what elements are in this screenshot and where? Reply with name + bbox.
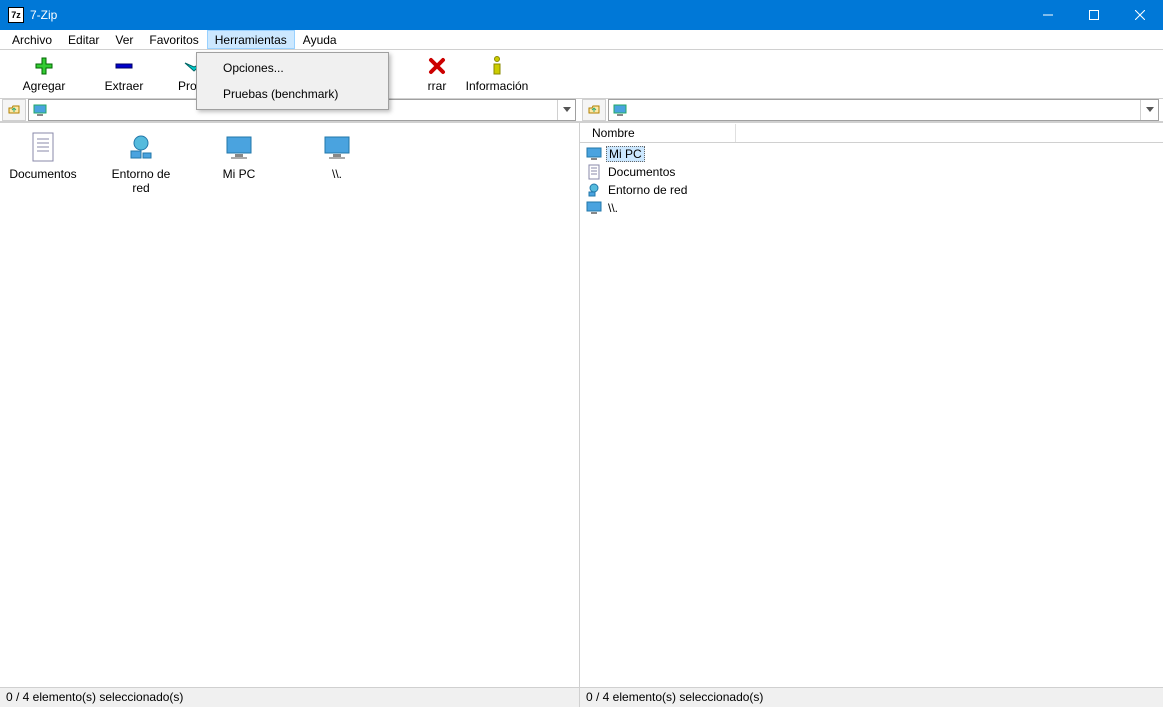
herramientas-dropdown: Opciones... Pruebas (benchmark) [196, 52, 389, 110]
column-nombre[interactable]: Nombre [586, 124, 736, 142]
list-row-documentos[interactable]: Documentos [584, 163, 1159, 181]
list-row-entorno-red[interactable]: Entorno de red [584, 181, 1159, 199]
menu-editar[interactable]: Editar [60, 30, 107, 49]
menubar: Archivo Editar Ver Favoritos Herramienta… [0, 30, 1163, 50]
item-label: \\. [332, 167, 342, 181]
dropdown-opciones[interactable]: Opciones... [199, 55, 386, 81]
document-icon [25, 131, 61, 163]
chevron-down-icon[interactable] [557, 100, 575, 120]
status-left: 0 / 4 elemento(s) seleccionado(s) [0, 688, 580, 707]
panes: Documentos Entorno de red Mi PC \\. [0, 122, 1163, 687]
x-icon [428, 55, 446, 77]
list-row-mi-pc[interactable]: Mi PC [584, 145, 1159, 163]
right-pane[interactable]: Nombre Mi PC Documentos Entorno de red [580, 123, 1163, 687]
list-body: Mi PC Documentos Entorno de red \\. [580, 143, 1163, 219]
icon-grid: Documentos Entorno de red Mi PC \\. [0, 123, 579, 203]
statusbar: 0 / 4 elemento(s) seleccionado(s) 0 / 4 … [0, 687, 1163, 707]
toolbar-informacion[interactable]: Información [457, 52, 537, 96]
item-entorno-red[interactable]: Entorno de red [102, 131, 180, 195]
plus-icon [34, 55, 54, 77]
item-label: Mi PC [223, 167, 256, 181]
window-controls [1025, 0, 1163, 30]
folder-up-icon [587, 103, 601, 117]
path-combo-right[interactable] [608, 99, 1159, 121]
toolbar-borrar-label: rrar [428, 79, 447, 93]
menu-favoritos[interactable]: Favoritos [141, 30, 206, 49]
window-title: 7-Zip [30, 8, 1025, 22]
menu-archivo[interactable]: Archivo [4, 30, 60, 49]
menu-herramientas[interactable]: Herramientas [207, 30, 295, 49]
row-label: \\. [606, 201, 620, 215]
dropdown-pruebas[interactable]: Pruebas (benchmark) [199, 81, 386, 107]
row-label: Entorno de red [606, 183, 689, 197]
minus-icon [114, 55, 134, 77]
status-right: 0 / 4 elemento(s) seleccionado(s) [580, 688, 1163, 707]
toolbar-extraer-label: Extraer [105, 79, 144, 93]
network-icon [586, 182, 602, 198]
toolbar: Agregar Extraer Proba rrar Información [0, 50, 1163, 98]
toolbar-agregar-label: Agregar [23, 79, 66, 93]
minimize-button[interactable] [1025, 0, 1071, 30]
toolbar-borrar[interactable]: rrar [417, 52, 457, 96]
menu-ver[interactable]: Ver [107, 30, 141, 49]
toolbar-informacion-label: Información [466, 79, 529, 93]
computer-icon [586, 200, 602, 216]
left-pane[interactable]: Documentos Entorno de red Mi PC \\. [0, 123, 580, 687]
chevron-down-icon[interactable] [1140, 100, 1158, 120]
app-icon: 7z [8, 7, 24, 23]
folder-up-icon [7, 103, 21, 117]
document-icon [586, 164, 602, 180]
titlebar: 7z 7-Zip [0, 0, 1163, 30]
pathbars [0, 98, 1163, 122]
computer-icon [31, 102, 49, 118]
menu-ayuda[interactable]: Ayuda [295, 30, 345, 49]
toolbar-extraer[interactable]: Extraer [84, 52, 164, 96]
computer-icon [586, 146, 602, 162]
list-header: Nombre [580, 123, 1163, 143]
computer-icon [611, 102, 629, 118]
item-unc-root[interactable]: \\. [298, 131, 376, 181]
item-mi-pc[interactable]: Mi PC [200, 131, 278, 181]
computer-icon [319, 131, 355, 163]
maximize-button[interactable] [1071, 0, 1117, 30]
item-label: Entorno de red [102, 167, 180, 195]
list-row-unc-root[interactable]: \\. [584, 199, 1159, 217]
row-label: Documentos [606, 165, 677, 179]
toolbar-agregar[interactable]: Agregar [4, 52, 84, 96]
network-icon [123, 131, 159, 163]
item-documentos[interactable]: Documentos [4, 131, 82, 181]
close-button[interactable] [1117, 0, 1163, 30]
up-button-right[interactable] [582, 99, 606, 121]
up-button-left[interactable] [2, 99, 26, 121]
computer-icon [221, 131, 257, 163]
info-icon [490, 55, 504, 77]
pathbar-right [580, 98, 1163, 122]
item-label: Documentos [9, 167, 76, 181]
row-label: Mi PC [606, 146, 645, 162]
